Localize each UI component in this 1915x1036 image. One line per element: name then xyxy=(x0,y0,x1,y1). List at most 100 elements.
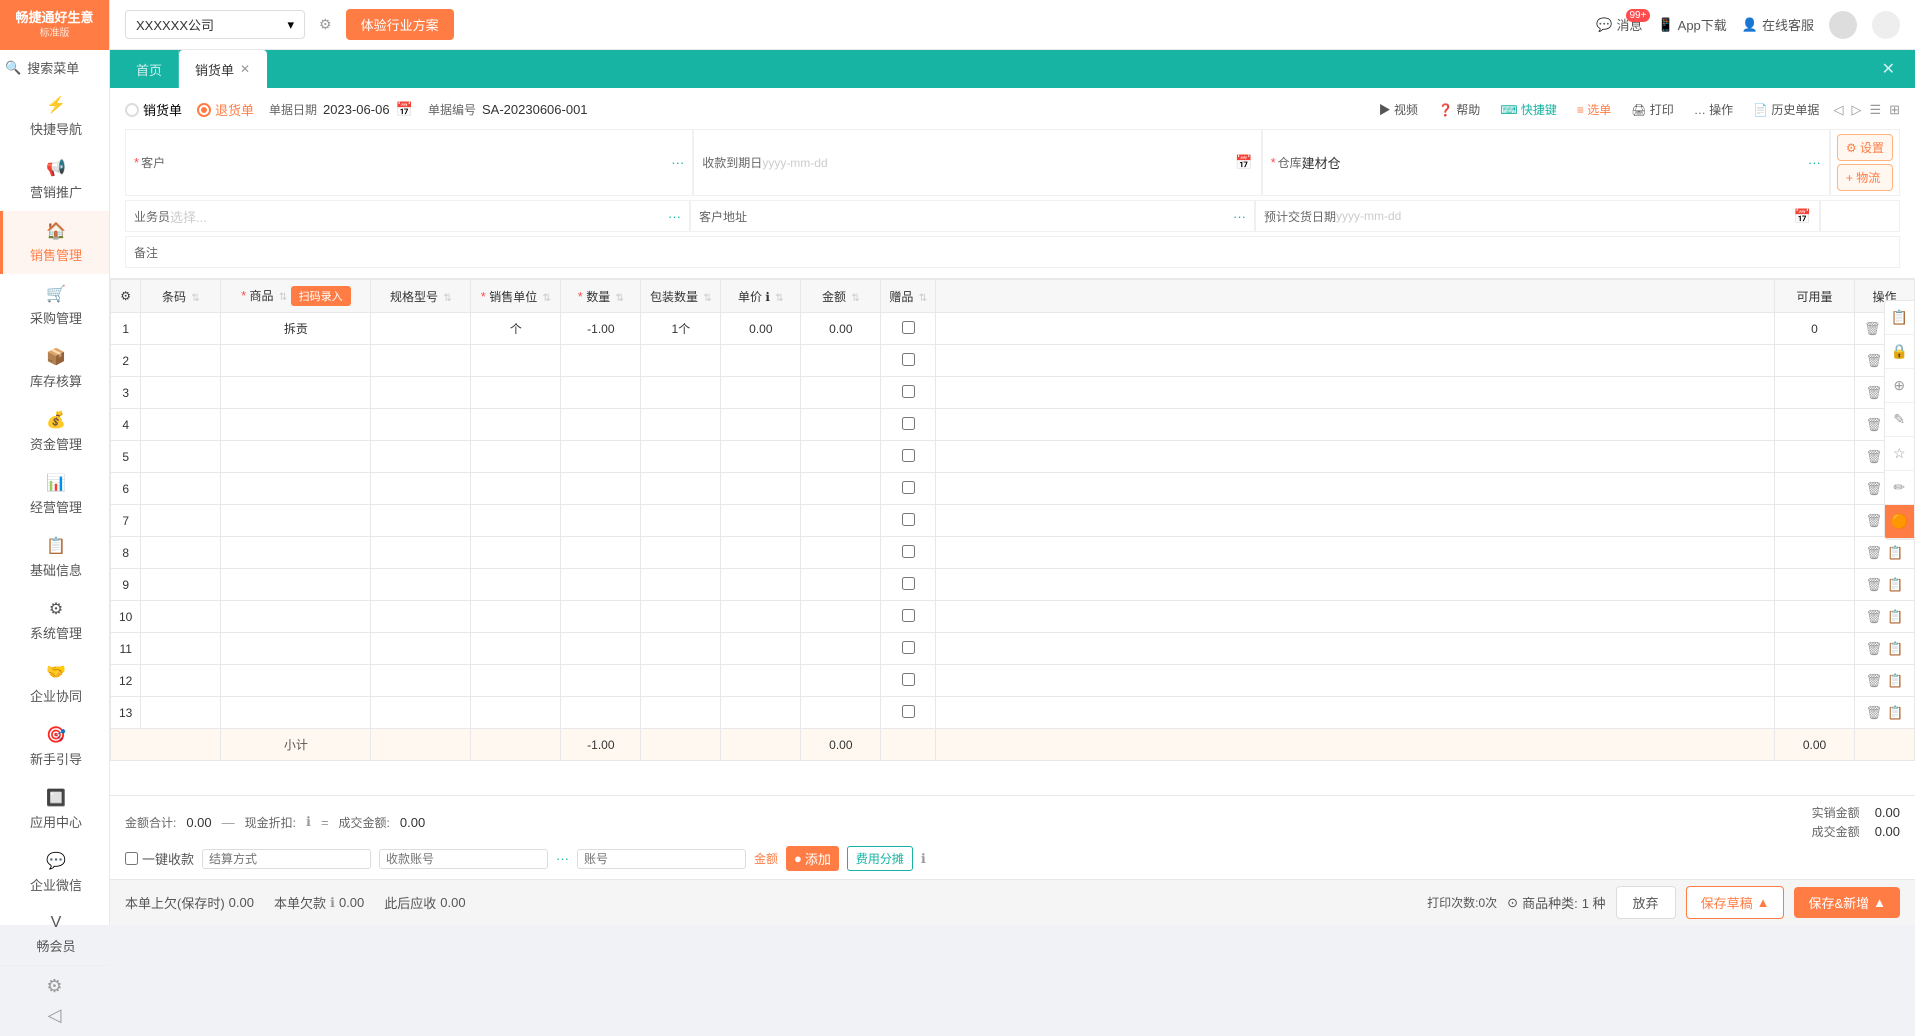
sidebar-item-inventory[interactable]: 📦 库存核算 xyxy=(0,337,109,400)
delivery-date-icon[interactable]: 📅 xyxy=(1794,208,1811,225)
delete-icon-4[interactable]: 🗑 xyxy=(1866,417,1883,432)
float-btn-2[interactable]: 🔒 xyxy=(1885,335,1914,369)
float-btn-5[interactable]: ☆ xyxy=(1885,437,1914,471)
gift-checkbox-4[interactable] xyxy=(902,417,915,430)
view-grid-icon[interactable]: ⊞ xyxy=(1889,102,1900,118)
delete-icon-2[interactable]: 🗑 xyxy=(1866,353,1883,368)
tab-home[interactable]: 首页 xyxy=(120,50,179,88)
fee-help-icon[interactable]: ℹ xyxy=(921,851,926,867)
float-btn-4[interactable]: ✎ xyxy=(1885,403,1914,437)
gift-checkbox-10[interactable] xyxy=(902,609,915,622)
print-btn[interactable]: 🖨 打印 xyxy=(1625,98,1680,121)
one-click-payment-checkbox[interactable]: 一键收款 xyxy=(125,849,194,868)
sidebar-item-basic[interactable]: 📋 基础信息 xyxy=(0,526,109,589)
delete-icon-13[interactable]: 🗑 xyxy=(1866,705,1883,720)
scan-btn[interactable]: 扫码录入 xyxy=(291,286,351,306)
company-settings-icon[interactable]: ⚙ xyxy=(315,12,336,37)
discard-button[interactable]: 放弃 xyxy=(1616,886,1676,919)
delete-icon-9[interactable]: 🗑 xyxy=(1866,577,1883,592)
online-service-item[interactable]: 👤 在线客服 xyxy=(1742,15,1814,34)
trial-button[interactable]: 体验行业方案 xyxy=(346,9,454,40)
delete-icon-7[interactable]: 🗑 xyxy=(1866,513,1883,528)
gift-checkbox-5[interactable] xyxy=(902,449,915,462)
operation-btn[interactable]: … 操作 xyxy=(1688,98,1739,121)
copy-icon-8[interactable]: 📋 xyxy=(1887,545,1903,560)
radio-sales-order[interactable]: 销货单 xyxy=(125,100,182,119)
select-order-btn[interactable]: ≡ 选单 xyxy=(1571,98,1617,121)
gift-checkbox-2[interactable] xyxy=(902,353,915,366)
customer-select-btn[interactable]: ··· xyxy=(671,155,684,170)
tab-sales-order[interactable]: 销货单 ✕ xyxy=(179,50,267,88)
sidebar-item-finance[interactable]: 💰 资金管理 xyxy=(0,400,109,463)
avatar2[interactable] xyxy=(1872,11,1900,39)
close-window-icon[interactable]: ✕ xyxy=(1882,59,1895,79)
gift-checkbox-12[interactable] xyxy=(902,673,915,686)
delete-icon-6[interactable]: 🗑 xyxy=(1866,481,1883,496)
copy-icon-13[interactable]: 📋 xyxy=(1887,705,1903,720)
bank-account-input[interactable] xyxy=(379,849,548,869)
history-btn[interactable]: 📄 历史单据 xyxy=(1747,98,1825,121)
shortcut-btn[interactable]: ⌨ 快捷键 xyxy=(1494,98,1563,121)
gift-checkbox-7[interactable] xyxy=(902,513,915,526)
float-btn-6[interactable]: ✏ xyxy=(1885,471,1914,505)
nav-next-icon[interactable]: ▷ xyxy=(1851,102,1861,118)
nav-prev-icon[interactable]: ◁ xyxy=(1833,102,1843,118)
delete-icon-8[interactable]: 🗑 xyxy=(1866,545,1883,560)
radio-return-order[interactable]: 退货单 xyxy=(197,100,254,119)
sidebar-item-wechat[interactable]: 💬 企业微信 xyxy=(0,841,109,904)
settlement-method-input[interactable] xyxy=(202,849,371,869)
copy-icon-12[interactable]: 📋 xyxy=(1887,673,1903,688)
copy-icon-10[interactable]: 📋 xyxy=(1887,609,1903,624)
gift-checkbox-13[interactable] xyxy=(902,705,915,718)
fee-split-btn[interactable]: 费用分摊 xyxy=(847,846,913,871)
salesperson-select-btn[interactable]: ··· xyxy=(668,209,681,224)
tab-close-icon[interactable]: ✕ xyxy=(240,62,250,76)
settings-btn[interactable]: ⚙ 设置 xyxy=(1837,134,1893,161)
gift-checkbox-6[interactable] xyxy=(902,481,915,494)
amount-input[interactable] xyxy=(577,849,746,869)
sidebar-item-enterprise[interactable]: 🤝 企业协同 xyxy=(0,652,109,715)
copy-icon-9[interactable]: 📋 xyxy=(1887,577,1903,592)
company-selector[interactable]: XXXXXX公司 ▾ xyxy=(125,10,305,39)
sidebar-item-appstore[interactable]: 🔲 应用中心 xyxy=(0,778,109,841)
add-payment-btn[interactable]: ● 添加 xyxy=(786,846,839,871)
sidebar-item-search[interactable]: 🔍 搜索菜单 xyxy=(0,50,109,85)
save-draft-button[interactable]: 保存草稿 ▲ xyxy=(1686,886,1785,919)
sidebar-item-system[interactable]: ⚙ 系统管理 xyxy=(0,589,109,652)
delete-icon-11[interactable]: 🗑 xyxy=(1866,641,1883,656)
arrears-help[interactable]: ℹ xyxy=(330,895,335,911)
delete-icon-10[interactable]: 🗑 xyxy=(1866,609,1883,624)
float-btn-7[interactable]: 🟠 xyxy=(1885,505,1914,539)
save-new-button[interactable]: 保存&新增 ▲ xyxy=(1794,887,1900,918)
payment-date-icon[interactable]: 📅 xyxy=(1235,154,1252,171)
warehouse-select-btn[interactable]: ··· xyxy=(1808,155,1821,170)
video-btn[interactable]: ▶ 视频 xyxy=(1373,98,1424,121)
float-btn-3[interactable]: ⊕ xyxy=(1885,369,1914,403)
sidebar-item-guide[interactable]: 🎯 新手引导 xyxy=(0,715,109,778)
cash-discount-help[interactable]: ℹ xyxy=(306,814,311,830)
sidebar-item-purchase[interactable]: 🛒 采购管理 xyxy=(0,274,109,337)
one-click-payment-check[interactable] xyxy=(125,852,138,865)
gift-checkbox-8[interactable] xyxy=(902,545,915,558)
bank-account-dots[interactable]: ··· xyxy=(556,851,569,866)
sidebar-item-quick-nav[interactable]: ⚡ 快捷导航 xyxy=(0,85,109,148)
gift-checkbox-9[interactable] xyxy=(902,577,915,590)
product-type-selector[interactable]: ⊙ 商品种类: 1 种 xyxy=(1507,893,1605,912)
gift-checkbox-1[interactable] xyxy=(902,321,915,334)
addr-select-btn[interactable]: ··· xyxy=(1233,209,1246,224)
view-list-icon[interactable]: ☰ xyxy=(1869,102,1881,118)
avatar[interactable] xyxy=(1829,11,1857,39)
help-btn[interactable]: ❓ 帮助 xyxy=(1432,98,1486,121)
collapse-icon[interactable]: ◁ xyxy=(48,1005,62,1026)
app-download-item[interactable]: 📱 App下载 xyxy=(1657,15,1726,34)
sidebar-item-marketing[interactable]: 📢 营销推广 xyxy=(0,148,109,211)
gift-checkbox-11[interactable] xyxy=(902,641,915,654)
gift-checkbox-3[interactable] xyxy=(902,385,915,398)
float-btn-1[interactable]: 📋 xyxy=(1885,301,1914,335)
delete-icon-1[interactable]: 🗑 xyxy=(1864,321,1881,336)
logistics-btn[interactable]: + 物流 xyxy=(1837,164,1893,191)
delete-icon-5[interactable]: 🗑 xyxy=(1866,449,1883,464)
date-calendar-icon[interactable]: 📅 xyxy=(396,101,413,118)
settings-bottom-icon[interactable]: ⚙ xyxy=(46,976,62,997)
delete-icon-3[interactable]: 🗑 xyxy=(1866,385,1883,400)
